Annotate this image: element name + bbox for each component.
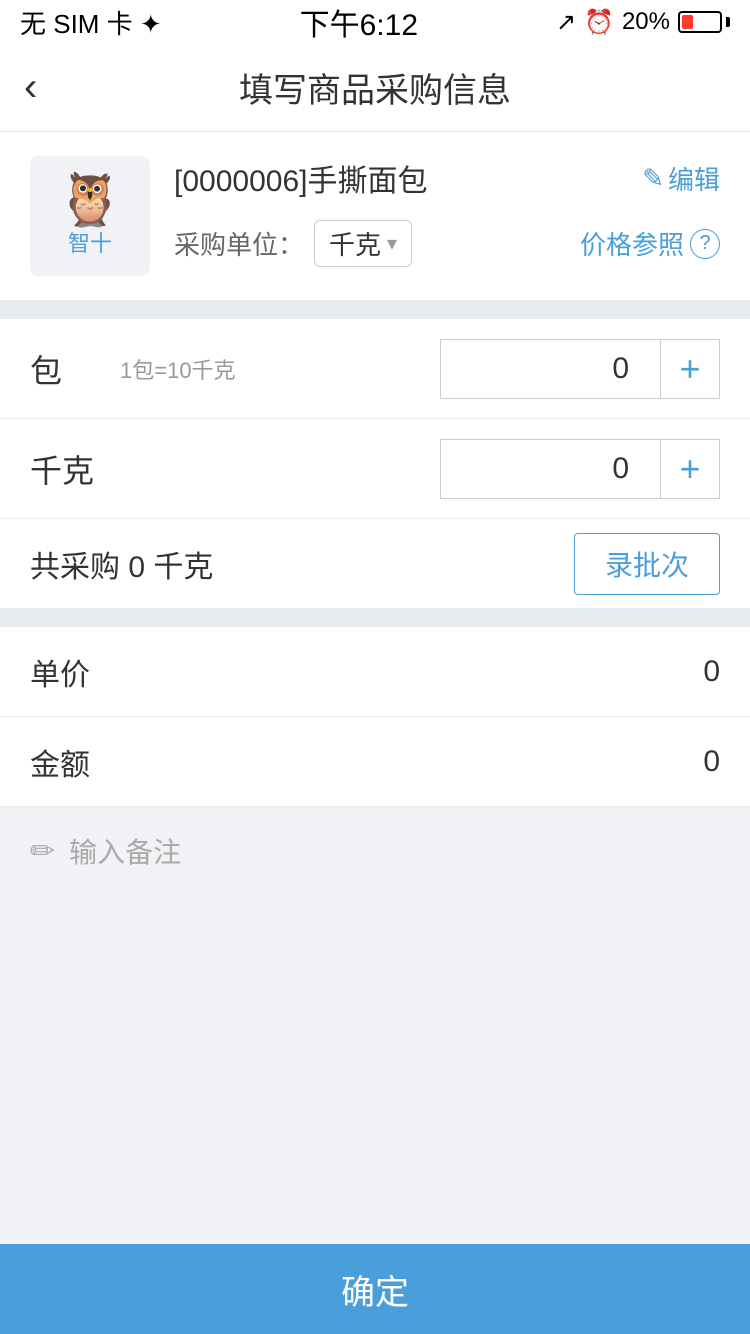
quantity-row-kg: 千克 + [0, 419, 750, 519]
edit-button[interactable]: ✎ 编辑 [642, 160, 720, 197]
product-name-row: [0000006]手撕面包 ✎ 编辑 [174, 156, 720, 200]
price-ref-label: 价格参照 [580, 225, 684, 262]
back-button[interactable]: ‹ [24, 65, 37, 110]
record-batch-button[interactable]: 录批次 [574, 533, 720, 595]
amount-row: 金额 0 [0, 717, 750, 807]
qty-label-kg: 千克 [30, 446, 110, 492]
no-sim-text: 无 SIM 卡 ✦ [20, 4, 162, 41]
alarm-icon: ⏰ [584, 8, 614, 37]
product-full-name: [0000006]手撕面包 [174, 156, 427, 200]
quantity-row-bag: 包 1包=10千克 + [0, 319, 750, 419]
edit-icon: ✎ [642, 163, 664, 194]
qty-input-kg[interactable] [440, 439, 660, 499]
qty-plus-button-kg[interactable]: + [660, 439, 720, 499]
unit-price-row: 单价 0 [0, 627, 750, 717]
summary-row: 共采购 0 千克 录批次 [0, 519, 750, 609]
status-bar: 无 SIM 卡 ✦ 下午6:12 ↗ ⏰ 20% [0, 0, 750, 44]
pencil-icon: ✏ [30, 834, 55, 869]
product-unit-row: 采购单位： 千克 ▾ 价格参照 ? [174, 220, 720, 267]
confirm-button[interactable]: 确定 [0, 1244, 750, 1334]
amount-label: 金额 [30, 740, 90, 784]
battery-indicator [678, 11, 730, 33]
status-time: 下午6:12 [300, 0, 418, 44]
remark-section[interactable]: ✏ 输入备注 [0, 807, 750, 895]
status-right: ↗ ⏰ 20% [556, 8, 730, 37]
nav-bar: ‹ 填写商品采购信息 [0, 44, 750, 132]
section-divider-1 [0, 301, 750, 319]
qty-sub-label-bag: 1包=10千克 [120, 353, 440, 385]
qty-input-group-bag: + [440, 339, 720, 399]
qty-plus-button-bag[interactable]: + [660, 339, 720, 399]
product-thumb-text: 智十 [68, 226, 112, 258]
qty-label-bag: 包 [30, 346, 110, 392]
summary-text: 共采购 0 千克 [30, 542, 213, 586]
page-title: 填写商品采购信息 [239, 63, 511, 112]
product-info: [0000006]手撕面包 ✎ 编辑 采购单位： 千克 ▾ 价格参照 ? [174, 156, 720, 267]
quantity-section: 包 1包=10千克 + 千克 + [0, 319, 750, 519]
status-left: 无 SIM 卡 ✦ [20, 4, 162, 41]
unit-select[interactable]: 千克 ▾ [314, 220, 412, 267]
price-section: 单价 0 金额 0 [0, 627, 750, 807]
unit-label: 采购单位： [174, 225, 304, 262]
edit-label: 编辑 [668, 160, 720, 197]
amount-value: 0 [703, 745, 720, 779]
unit-price-label: 单价 [30, 650, 90, 694]
qty-input-group-kg: + [440, 439, 720, 499]
remark-placeholder: 输入备注 [69, 831, 181, 871]
help-icon: ? [690, 229, 720, 259]
product-thumb-icon: 🦉 [58, 174, 123, 226]
location-icon: ↗ [556, 8, 576, 37]
product-thumbnail: 🦉 智十 [30, 156, 150, 276]
unit-value: 千克 [329, 225, 381, 262]
unit-price-value: 0 [703, 655, 720, 689]
dropdown-arrow-icon: ▾ [387, 231, 397, 256]
product-card: 🦉 智十 [0000006]手撕面包 ✎ 编辑 采购单位： 千克 ▾ [0, 132, 750, 301]
battery-percent: 20% [622, 8, 670, 36]
section-divider-2 [0, 609, 750, 627]
content-spacer [0, 895, 750, 1195]
qty-input-bag[interactable] [440, 339, 660, 399]
price-reference-button[interactable]: 价格参照 ? [580, 225, 720, 262]
